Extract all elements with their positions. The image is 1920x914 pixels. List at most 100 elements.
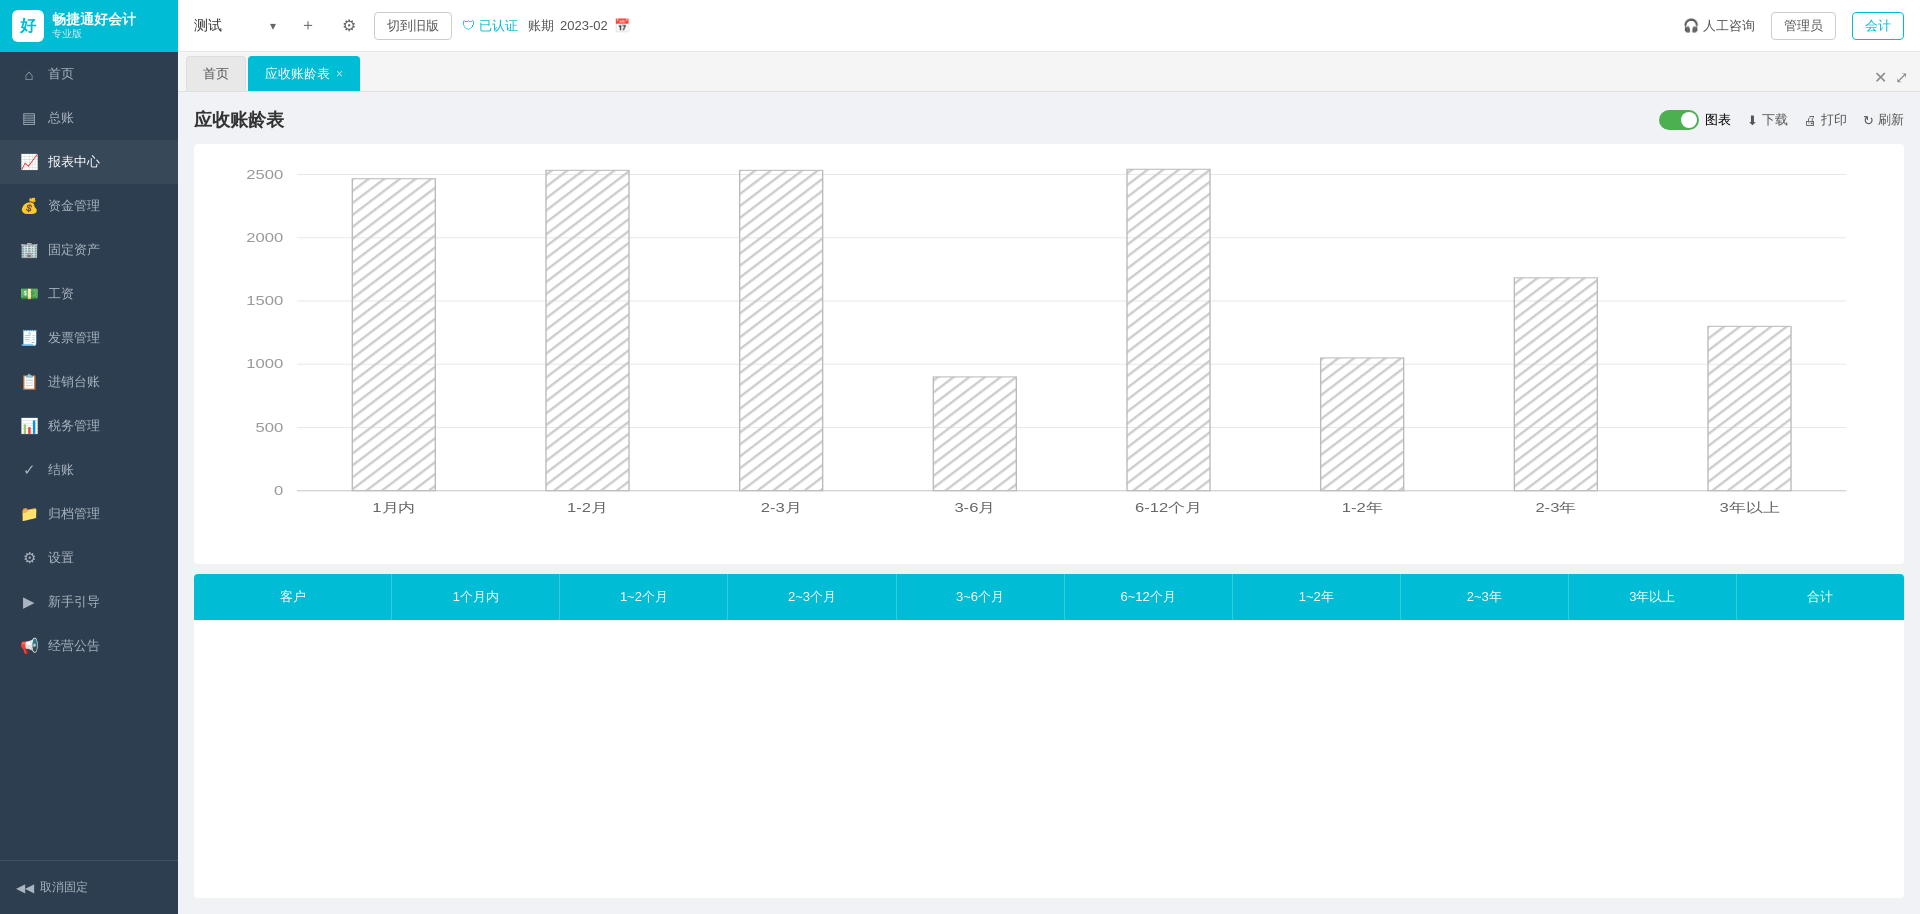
sidebar-item-closing[interactable]: ✓ 结账 [0, 448, 178, 492]
pin-left-icon: ◀◀ [16, 881, 34, 895]
sidebar: 好 畅捷通好会计 专业版 ⌂ 首页 ▤ 总账 📈 报表中心 💰 资金管理 🏢 固… [0, 0, 178, 914]
svg-text:3-6月: 3-6月 [954, 501, 995, 515]
th-2-3month: 2~3个月 [728, 574, 896, 620]
download-button[interactable]: ⬇ 下载 [1747, 111, 1788, 129]
close-panel-button[interactable]: ✕ [1874, 68, 1887, 87]
svg-text:1-2年: 1-2年 [1342, 501, 1383, 515]
workspace-dropdown[interactable]: ▾ [264, 17, 282, 35]
shield-icon: 🛡 [462, 18, 475, 33]
sidebar-item-archive[interactable]: 📁 归档管理 [0, 492, 178, 536]
chart-toggle-wrap: 图表 [1659, 110, 1731, 130]
svg-text:2500: 2500 [246, 168, 283, 182]
sidebar-item-label: 进销台账 [48, 373, 100, 391]
consult-label: 人工咨询 [1703, 17, 1755, 35]
bar-1月内 [352, 179, 435, 491]
user-button[interactable]: 管理员 [1771, 12, 1836, 40]
sidebar-item-invoice[interactable]: 🧾 发票管理 [0, 316, 178, 360]
sidebar-item-general-ledger[interactable]: ▤ 总账 [0, 96, 178, 140]
sidebar-item-tutorial[interactable]: ▶ 新手引导 [0, 580, 178, 624]
sidebar-item-label: 结账 [48, 461, 74, 479]
tutorial-icon: ▶ [20, 593, 38, 611]
refresh-label: 刷新 [1878, 111, 1904, 129]
refresh-button[interactable]: ↻ 刷新 [1863, 111, 1904, 129]
sidebar-item-label: 新手引导 [48, 593, 100, 611]
bar-6-12月 [1127, 169, 1210, 490]
page-actions: 图表 ⬇ 下载 🖨 打印 ↻ 刷新 [1659, 110, 1904, 130]
settings-icon: ⚙ [20, 549, 38, 567]
consult-button[interactable]: 🎧 人工咨询 [1683, 17, 1755, 35]
download-icon: ⬇ [1747, 113, 1758, 128]
tab-close-icon[interactable]: × [336, 67, 343, 81]
period-label: 账期 [528, 17, 554, 35]
print-icon: 🖨 [1804, 113, 1817, 128]
headset-icon: 🎧 [1683, 18, 1699, 33]
sidebar-item-label: 设置 [48, 549, 74, 567]
chart-toggle-label: 图表 [1705, 111, 1731, 129]
th-1month: 1个月内 [392, 574, 560, 620]
sidebar-item-label: 资金管理 [48, 197, 100, 215]
app-logo-icon: 好 [12, 10, 44, 42]
sidebar-item-label: 发票管理 [48, 329, 100, 347]
expand-button[interactable]: ⤢ [1895, 68, 1908, 87]
topbar-right: 🎧 人工咨询 管理员 会计 [1683, 12, 1904, 40]
add-button[interactable]: ＋ [292, 11, 324, 40]
chart-container: 0 500 1000 1500 2000 2500 1月内 [194, 144, 1904, 564]
calendar-icon[interactable]: 📅 [614, 18, 630, 33]
th-1-2month: 1~2个月 [560, 574, 728, 620]
sidebar-item-label: 归档管理 [48, 505, 100, 523]
archive-icon: 📁 [20, 505, 38, 523]
sidebar-item-fixed-assets[interactable]: 🏢 固定资产 [0, 228, 178, 272]
sidebar-item-label: 税务管理 [48, 417, 100, 435]
print-button[interactable]: 🖨 打印 [1804, 111, 1847, 129]
svg-text:1月内: 1月内 [372, 501, 415, 515]
tabs-right-controls: ✕ ⤢ [1874, 68, 1920, 91]
workspace-title: 测试 [194, 17, 254, 35]
page-header: 应收账龄表 图表 ⬇ 下载 🖨 打印 ↻ 刷新 [194, 108, 1904, 132]
sidebar-item-label: 固定资产 [48, 241, 100, 259]
table-container: 客户 1个月内 1~2个月 2~3个月 3~6个月 6~12个月 1~2年 2~… [194, 574, 1904, 898]
sidebar-item-reports[interactable]: 📈 报表中心 [0, 140, 178, 184]
ledger-icon: ▤ [20, 109, 38, 127]
svg-text:0: 0 [274, 484, 283, 498]
table-header: 客户 1个月内 1~2个月 2~3个月 3~6个月 6~12个月 1~2年 2~… [194, 574, 1904, 620]
funds-icon: 💰 [20, 197, 38, 215]
tax-icon: 📊 [20, 417, 38, 435]
cancel-pin-button[interactable]: ◀◀ 取消固定 [0, 869, 178, 906]
switch-old-button[interactable]: 切到旧版 [374, 12, 452, 40]
sidebar-item-funds[interactable]: 💰 资金管理 [0, 184, 178, 228]
bar-2-3年 [1514, 278, 1597, 491]
salary-icon: 💵 [20, 285, 38, 303]
tab-aging-report[interactable]: 应收账龄表 × [248, 56, 360, 91]
sidebar-item-label: 首页 [48, 65, 74, 83]
bar-1-2月 [546, 170, 629, 490]
th-1-2year: 1~2年 [1233, 574, 1401, 620]
refresh-icon: ↻ [1863, 113, 1874, 128]
settings-button[interactable]: ⚙ [334, 12, 364, 39]
sidebar-item-salary[interactable]: 💵 工资 [0, 272, 178, 316]
bar-2-3月 [740, 170, 823, 490]
home-icon: ⌂ [20, 66, 38, 83]
tab-home[interactable]: 首页 [186, 56, 246, 91]
sidebar-bottom: ◀◀ 取消固定 [0, 860, 178, 914]
sidebar-item-purchase-sale[interactable]: 📋 进销台账 [0, 360, 178, 404]
certified-label: 已认证 [479, 17, 518, 35]
svg-text:1-2月: 1-2月 [567, 501, 608, 515]
sidebar-item-settings[interactable]: ⚙ 设置 [0, 536, 178, 580]
sidebar-item-announcement[interactable]: 📢 经营公告 [0, 624, 178, 668]
period-value: 2023-02 [560, 18, 608, 33]
chart-toggle[interactable] [1659, 110, 1699, 130]
th-6-12month: 6~12个月 [1065, 574, 1233, 620]
bar-1-2年 [1321, 358, 1404, 491]
certified-badge: 🛡 已认证 [462, 17, 518, 35]
sidebar-item-tax[interactable]: 📊 税务管理 [0, 404, 178, 448]
period-info: 账期 2023-02 📅 [528, 17, 630, 35]
svg-text:2-3月: 2-3月 [761, 501, 802, 515]
sidebar-item-label: 工资 [48, 285, 74, 303]
th-2-3year: 2~3年 [1401, 574, 1569, 620]
role-button[interactable]: 会计 [1852, 12, 1904, 40]
invoice-icon: 🧾 [20, 329, 38, 347]
sidebar-scroll: ⌂ 首页 ▤ 总账 📈 报表中心 💰 资金管理 🏢 固定资产 💵 工资 🧾 发票… [0, 52, 178, 860]
sidebar-item-home[interactable]: ⌂ 首页 [0, 52, 178, 96]
tabsbar: 首页 应收账龄表 × ✕ ⤢ [178, 52, 1920, 92]
app-name-block: 畅捷通好会计 专业版 [52, 11, 136, 42]
